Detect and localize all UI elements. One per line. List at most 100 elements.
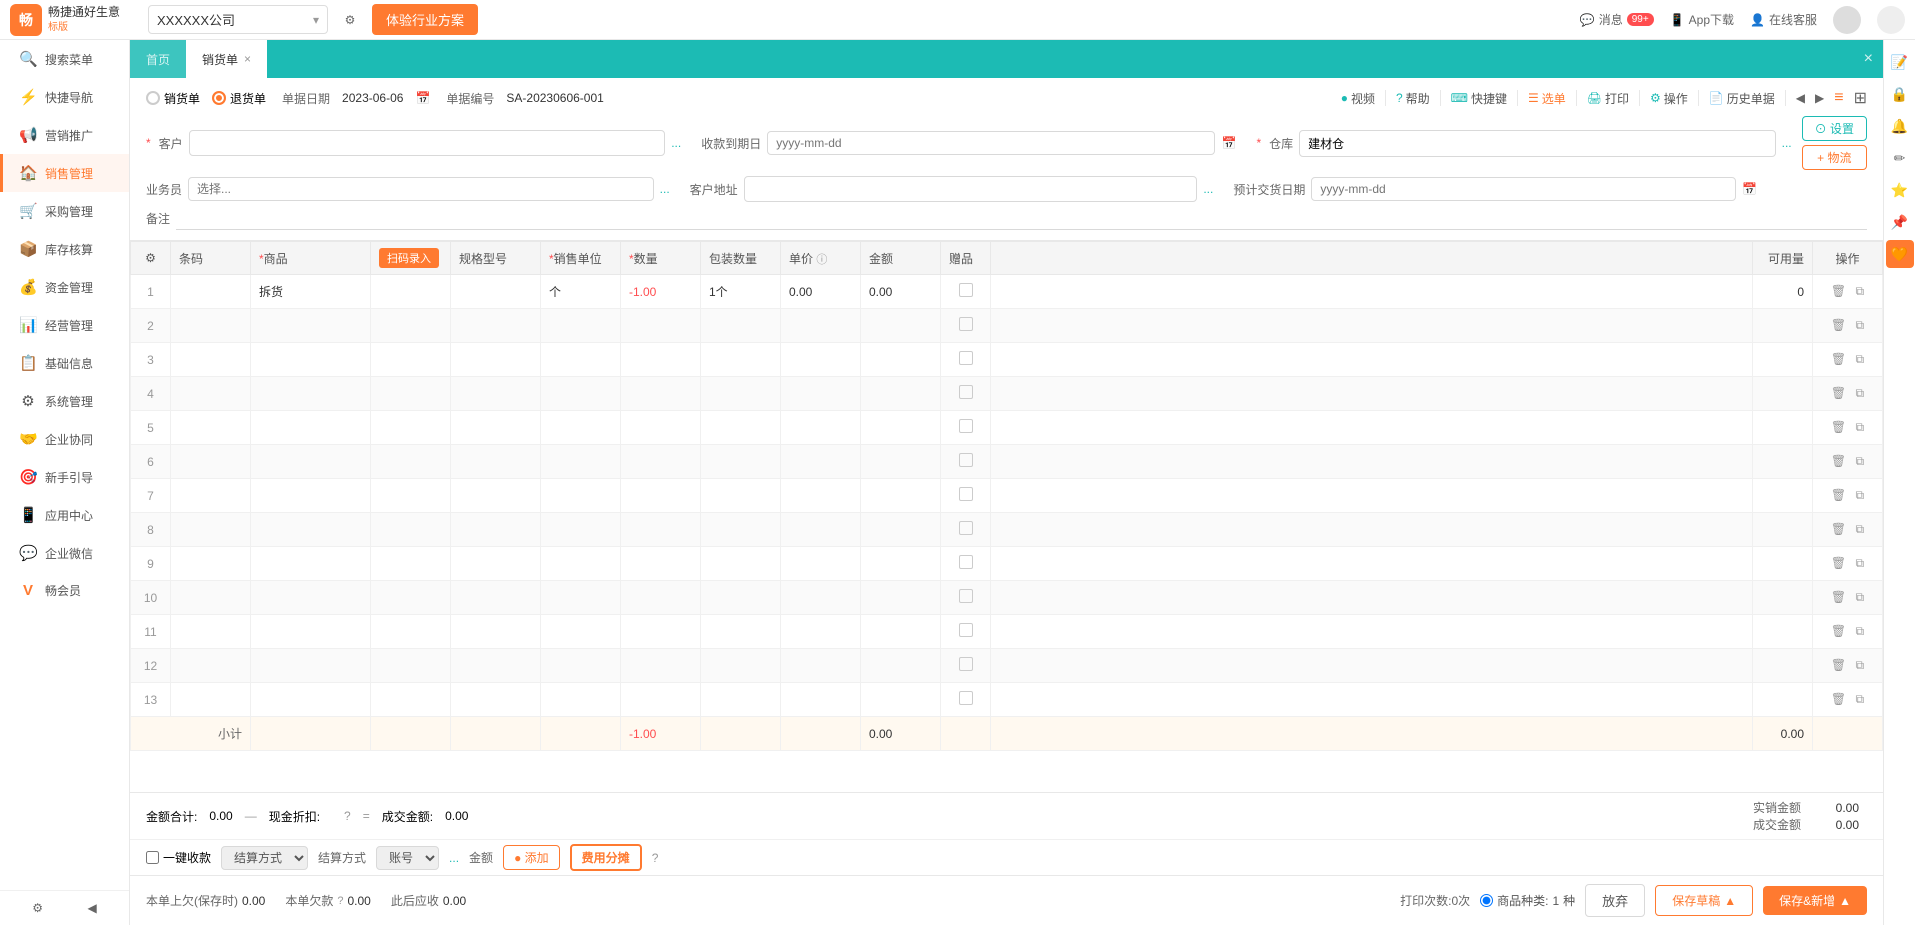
row-amount[interactable] (861, 683, 941, 717)
row-barcode[interactable] (171, 649, 251, 683)
row-product[interactable] (251, 615, 371, 649)
delivery-date-input[interactable] (1311, 177, 1736, 201)
row-spec[interactable] (451, 445, 541, 479)
row-unit-price[interactable] (781, 683, 861, 717)
save-new-button[interactable]: 保存&新增 ▲ (1763, 886, 1867, 915)
toolbar-print[interactable]: 🖨 打印 (1587, 90, 1629, 107)
tab-close-icon[interactable]: × (244, 52, 251, 66)
copy-icon[interactable]: ⧉ (1856, 624, 1865, 638)
gift-checkbox[interactable] (959, 521, 973, 535)
scan-btn[interactable]: 扫码录入 (379, 248, 439, 268)
toolbar-video[interactable]: ● 视频 (1341, 90, 1375, 107)
sidebar-item-purchase[interactable]: 🛒 采购管理 (0, 192, 129, 230)
sidebar-item-appstore[interactable]: 📱 应用中心 (0, 496, 129, 534)
gift-checkbox[interactable] (959, 385, 973, 399)
row-barcode[interactable] (171, 513, 251, 547)
gift-checkbox[interactable] (959, 691, 973, 705)
row-barcode[interactable] (171, 615, 251, 649)
addr-more-icon[interactable]: ... (1203, 182, 1213, 196)
tab-home[interactable]: 首页 (130, 40, 186, 78)
row-pack-qty[interactable] (701, 513, 781, 547)
row-spec[interactable] (451, 479, 541, 513)
copy-icon[interactable]: ⧉ (1856, 454, 1865, 468)
row-amount[interactable] (861, 547, 941, 581)
row-spec[interactable] (451, 275, 541, 309)
delete-icon[interactable]: 🗑 (1831, 624, 1846, 638)
gift-checkbox[interactable] (959, 589, 973, 603)
copy-icon[interactable]: ⧉ (1856, 692, 1865, 706)
gift-checkbox[interactable] (959, 351, 973, 365)
order-type-sale[interactable]: 销货单 (146, 90, 200, 107)
tab-sales-order[interactable]: 销货单 × (186, 40, 267, 78)
row-unit[interactable] (541, 411, 621, 445)
salesperson-more-icon[interactable]: ... (660, 182, 670, 196)
row-qty[interactable] (621, 479, 701, 513)
one-click-checkbox[interactable] (146, 851, 159, 864)
row-barcode[interactable] (171, 479, 251, 513)
salesperson-input[interactable] (188, 177, 654, 201)
product-type-radio[interactable] (1480, 894, 1493, 907)
sidebar-item-inventory[interactable]: 📦 库存核算 (0, 230, 129, 268)
row-barcode[interactable] (171, 547, 251, 581)
row-unit[interactable] (541, 343, 621, 377)
row-product[interactable] (251, 547, 371, 581)
copy-icon[interactable]: ⧉ (1856, 284, 1865, 298)
row-unit-price[interactable] (781, 513, 861, 547)
row-amount[interactable] (861, 581, 941, 615)
row-unit[interactable] (541, 615, 621, 649)
one-click-payment-cb[interactable]: 一键收款 (146, 849, 211, 866)
nav-next-icon[interactable]: ▶ (1815, 91, 1824, 105)
row-barcode[interactable] (171, 445, 251, 479)
delivery-calendar-icon[interactable]: 📅 (1742, 182, 1757, 196)
row-unit-price[interactable] (781, 343, 861, 377)
row-product[interactable] (251, 377, 371, 411)
row-gift[interactable] (941, 581, 991, 615)
row-pack-qty[interactable] (701, 615, 781, 649)
gift-checkbox[interactable] (959, 283, 973, 297)
row-gift[interactable] (941, 683, 991, 717)
customer-addr-input[interactable] (744, 176, 1198, 202)
delete-icon[interactable]: 🗑 (1831, 386, 1846, 400)
sidebar-item-system[interactable]: ⚙ 系统管理 (0, 382, 129, 420)
row-spec[interactable] (451, 581, 541, 615)
delete-icon[interactable]: 🗑 (1831, 318, 1846, 332)
copy-icon[interactable]: ⧉ (1856, 488, 1865, 502)
sidebar-item-finance[interactable]: 💰 资金管理 (0, 268, 129, 306)
row-unit-price[interactable] (781, 445, 861, 479)
online-service-item[interactable]: 👤 在线客服 (1750, 11, 1817, 28)
delete-icon[interactable]: 🗑 (1831, 454, 1846, 468)
row-qty[interactable] (621, 513, 701, 547)
row-pack-qty[interactable] (701, 343, 781, 377)
logistics-button[interactable]: + 物流 (1802, 145, 1867, 170)
toolbar-help[interactable]: ? 帮助 (1396, 90, 1430, 107)
sidebar-item-enterprise[interactable]: 🤝 企业协同 (0, 420, 129, 458)
row-spec[interactable] (451, 649, 541, 683)
gift-checkbox[interactable] (959, 487, 973, 501)
row-amount[interactable]: 0.00 (861, 275, 941, 309)
row-spec[interactable] (451, 547, 541, 581)
nav-prev-icon[interactable]: ◀ (1796, 91, 1805, 105)
row-product[interactable] (251, 479, 371, 513)
sidebar-item-marketing[interactable]: 📢 营销推广 (0, 116, 129, 154)
discount-help-icon[interactable]: ? (344, 809, 351, 823)
copy-icon[interactable]: ⧉ (1856, 386, 1865, 400)
row-unit-price[interactable] (781, 615, 861, 649)
sidebar-item-guide[interactable]: 🎯 新手引导 (0, 458, 129, 496)
float-bell-icon[interactable]: 🔔 (1886, 112, 1914, 140)
copy-icon[interactable]: ⧉ (1856, 352, 1865, 366)
row-product[interactable] (251, 683, 371, 717)
row-qty[interactable] (621, 581, 701, 615)
sidebar-item-member[interactable]: V 畅会员 (0, 572, 129, 609)
calendar-icon[interactable]: 📅 (415, 91, 430, 105)
row-pack-qty[interactable] (701, 581, 781, 615)
row-pack-qty[interactable] (701, 309, 781, 343)
fee-split-button[interactable]: 费用分摊 (570, 844, 642, 871)
sidebar-item-operations[interactable]: 📊 经营管理 (0, 306, 129, 344)
row-unit-price[interactable]: 0.00 (781, 275, 861, 309)
row-qty[interactable] (621, 547, 701, 581)
trial-button[interactable]: 体验行业方案 (372, 4, 478, 35)
row-qty[interactable] (621, 377, 701, 411)
row-amount[interactable] (861, 649, 941, 683)
row-gift[interactable] (941, 649, 991, 683)
delete-icon[interactable]: 🗑 (1831, 692, 1846, 706)
